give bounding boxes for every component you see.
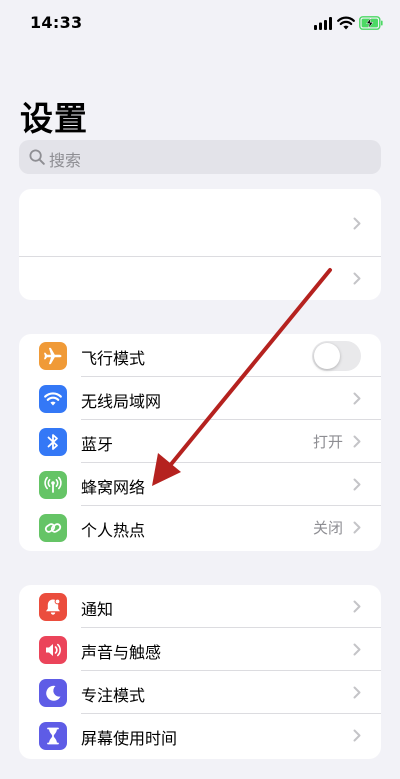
chevron-right-icon	[353, 600, 361, 613]
chevron-right-icon	[353, 478, 361, 491]
focus-row[interactable]: 专注模式	[19, 671, 381, 714]
system-group: 通知 声音与触感 专注模式 屏幕使用时间	[19, 585, 381, 759]
wifi-status-icon	[337, 16, 355, 30]
wifi-label: 无线局域网	[81, 392, 162, 411]
account-group	[19, 189, 381, 300]
chevron-right-icon	[353, 272, 361, 285]
account-sub-row[interactable]	[19, 257, 381, 300]
screen-time-row[interactable]: 屏幕使用时间	[19, 714, 381, 757]
focus-label: 专注模式	[81, 686, 146, 705]
notifications-label: 通知	[81, 600, 114, 619]
hotspot-status: 关闭	[312, 519, 343, 537]
moon-icon	[39, 679, 67, 707]
search-bar[interactable]: 搜索	[19, 140, 381, 174]
notifications-row[interactable]: 通知	[19, 585, 381, 628]
hotspot-label: 个人热点	[81, 521, 146, 540]
airplane-mode-label: 飞行模式	[81, 349, 146, 368]
status-bar: 14:33	[0, 0, 400, 46]
airplane-icon	[39, 342, 67, 370]
sounds-row[interactable]: 声音与触感	[19, 628, 381, 671]
chevron-right-icon	[353, 729, 361, 742]
chevron-right-icon	[353, 217, 361, 230]
chevron-right-icon	[353, 521, 361, 534]
notifications-bell-icon	[39, 593, 67, 621]
battery-charging-icon	[359, 16, 383, 30]
sounds-label: 声音与触感	[81, 643, 162, 662]
cellular-signal-icon	[314, 17, 332, 30]
cellular-label: 蜂窝网络	[81, 478, 146, 497]
account-row[interactable]	[19, 189, 381, 257]
status-time: 14:33	[30, 13, 83, 32]
hourglass-icon	[39, 722, 67, 750]
chevron-right-icon	[353, 643, 361, 656]
bluetooth-icon	[39, 428, 67, 456]
search-icon	[29, 149, 45, 165]
hotspot-link-icon	[39, 514, 67, 542]
wifi-icon	[39, 385, 67, 413]
airplane-mode-toggle[interactable]	[312, 341, 361, 371]
cellular-row[interactable]: 蜂窝网络	[19, 463, 381, 506]
page-title: 设置	[20, 99, 88, 138]
screen-time-label: 屏幕使用时间	[81, 729, 178, 748]
connectivity-group: 飞行模式 无线局域网 蓝牙 打开 蜂窝网络 个人热点 关闭	[19, 334, 381, 551]
search-placeholder: 搜索	[49, 151, 82, 170]
toggle-knob	[314, 343, 340, 369]
bluetooth-label: 蓝牙	[81, 435, 114, 454]
bluetooth-row[interactable]: 蓝牙 打开	[19, 420, 381, 463]
bluetooth-status: 打开	[312, 433, 343, 451]
wifi-row[interactable]: 无线局域网	[19, 377, 381, 420]
airplane-mode-row[interactable]: 飞行模式	[19, 334, 381, 377]
chevron-right-icon	[353, 392, 361, 405]
chevron-right-icon	[353, 435, 361, 448]
speaker-icon	[39, 636, 67, 664]
chevron-right-icon	[353, 686, 361, 699]
hotspot-row[interactable]: 个人热点 关闭	[19, 506, 381, 549]
cellular-antenna-icon	[39, 471, 67, 499]
